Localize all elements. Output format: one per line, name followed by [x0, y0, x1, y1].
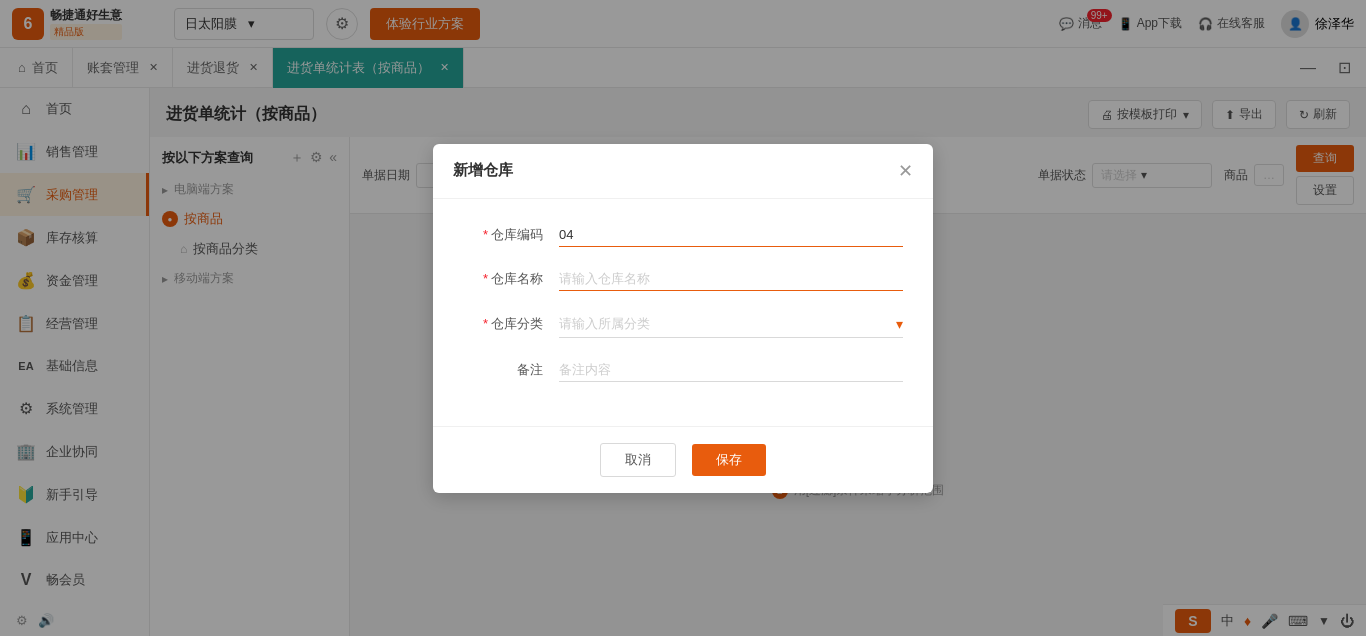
category-label: 仓库分类	[463, 315, 543, 333]
modal-footer: 取消 保存	[433, 426, 933, 493]
save-button[interactable]: 保存	[692, 444, 766, 476]
new-warehouse-modal: 新增仓库 ✕ 仓库编码 仓库名称 仓库分类 请输入所属分类 ▾	[433, 144, 933, 493]
form-row-name: 仓库名称	[463, 267, 903, 291]
modal-overlay: 新增仓库 ✕ 仓库编码 仓库名称 仓库分类 请输入所属分类 ▾	[0, 0, 1366, 636]
category-arrow-icon: ▾	[896, 316, 903, 332]
form-row-code: 仓库编码	[463, 223, 903, 247]
warehouse-code-input[interactable]	[559, 223, 903, 247]
warehouse-category-select[interactable]: 请输入所属分类 ▾	[559, 311, 903, 338]
cancel-button[interactable]: 取消	[600, 443, 676, 477]
category-placeholder: 请输入所属分类	[559, 315, 650, 333]
warehouse-name-input[interactable]	[559, 267, 903, 291]
modal-body: 仓库编码 仓库名称 仓库分类 请输入所属分类 ▾ 备注	[433, 199, 933, 426]
modal-header: 新增仓库 ✕	[433, 144, 933, 199]
warehouse-remark-input[interactable]	[559, 358, 903, 382]
name-label: 仓库名称	[463, 270, 543, 288]
remark-label: 备注	[463, 361, 543, 379]
code-label: 仓库编码	[463, 226, 543, 244]
form-row-remark: 备注	[463, 358, 903, 382]
form-row-category: 仓库分类 请输入所属分类 ▾	[463, 311, 903, 338]
modal-title: 新增仓库	[453, 161, 513, 180]
modal-close-button[interactable]: ✕	[898, 160, 913, 182]
